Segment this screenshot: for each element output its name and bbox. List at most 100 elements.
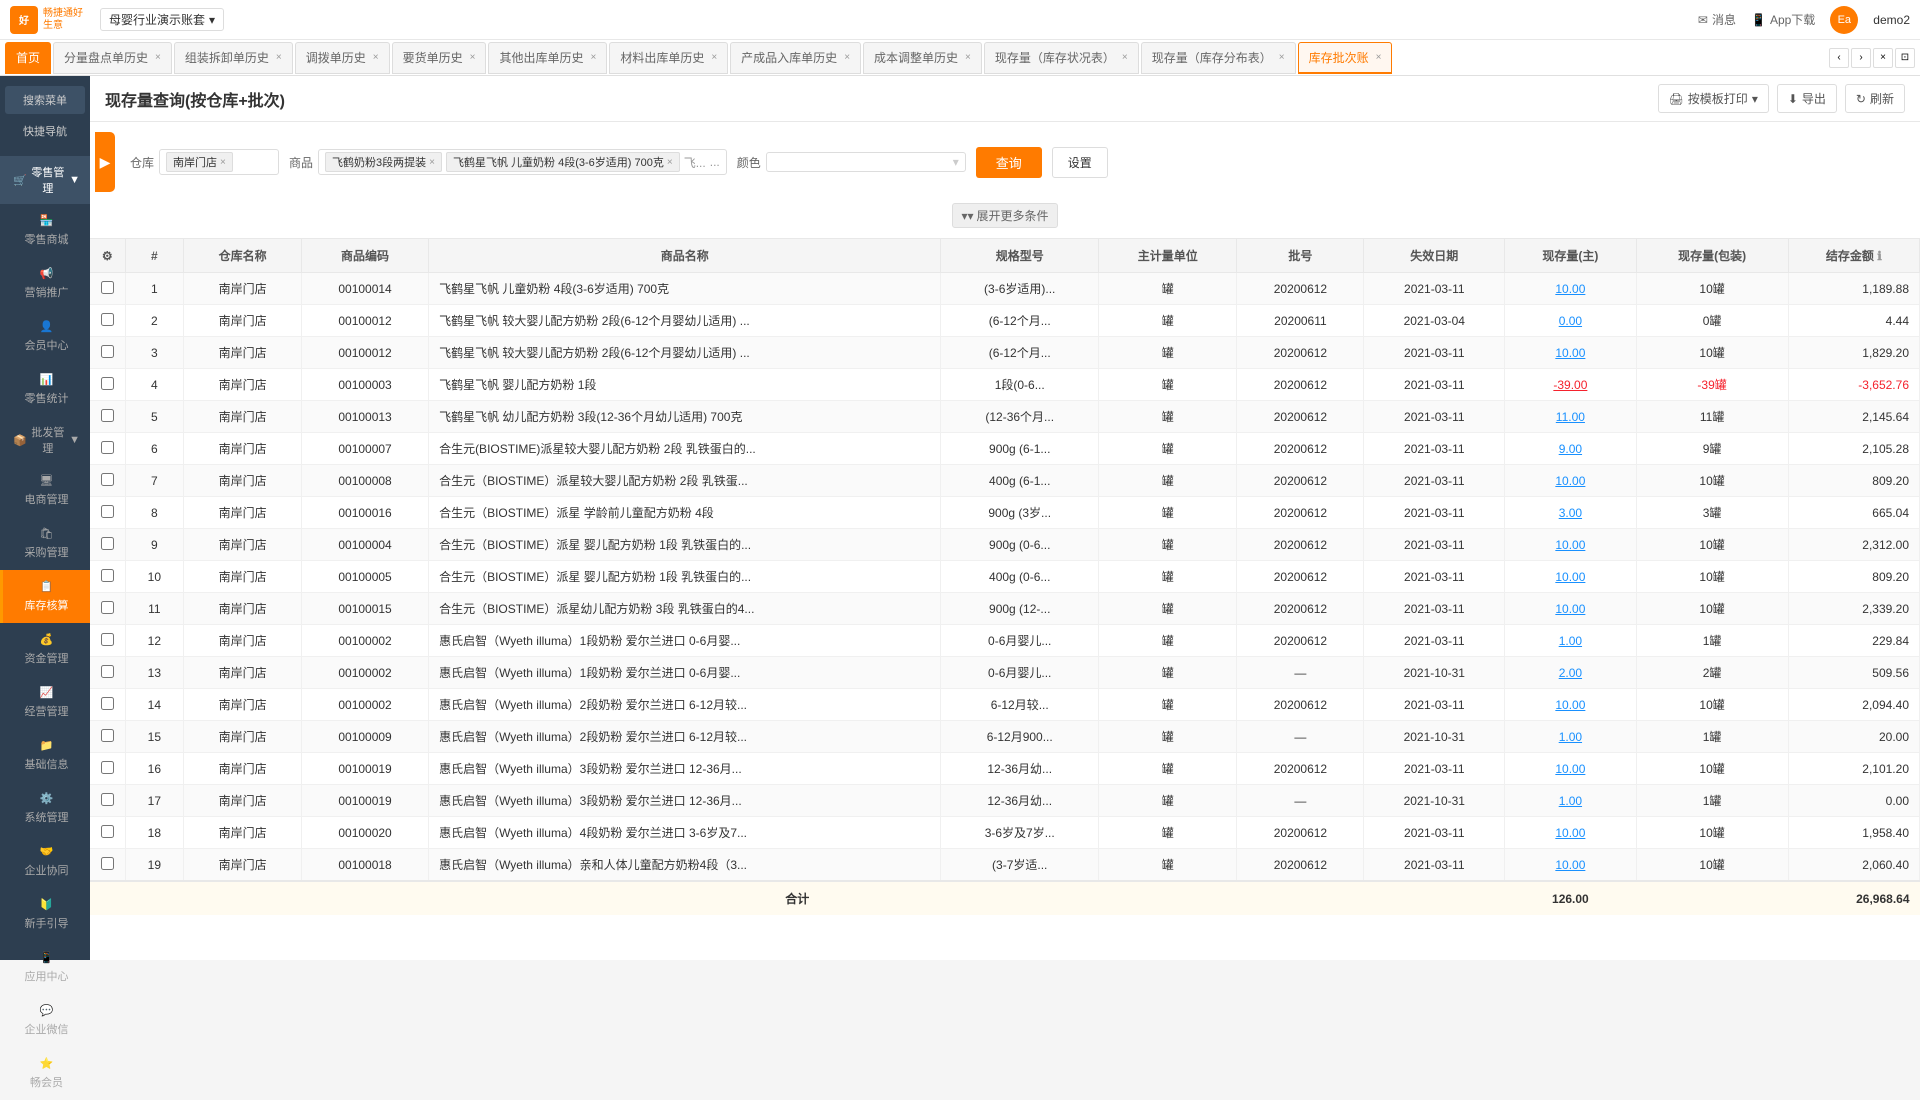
tab-pickup-close[interactable]: × bbox=[470, 52, 476, 63]
tab-productin-close[interactable]: × bbox=[844, 52, 850, 63]
row-check-input[interactable] bbox=[101, 537, 114, 550]
tab-home[interactable]: 首页 bbox=[5, 42, 51, 74]
row-qty-main[interactable]: 10.00 bbox=[1505, 337, 1636, 369]
filter-toggle-btn[interactable]: ▶ bbox=[95, 132, 115, 192]
tab-costadjust[interactable]: 成本调整单历史 × bbox=[863, 42, 982, 74]
row-qty-main[interactable]: 10.00 bbox=[1505, 849, 1636, 882]
row-qty-main[interactable]: -39.00 bbox=[1505, 369, 1636, 401]
row-check-input[interactable] bbox=[101, 729, 114, 742]
sidebar-item-wholesale[interactable]: 📦 批发管理 ▼ bbox=[0, 416, 90, 464]
sidebar-item-purchase[interactable]: 🛍 采购管理 bbox=[0, 517, 90, 570]
tab-batchstock-close[interactable]: × bbox=[1376, 52, 1382, 63]
row-qty-main[interactable]: 9.00 bbox=[1505, 433, 1636, 465]
row-qty-main[interactable]: 10.00 bbox=[1505, 273, 1636, 305]
row-checkbox[interactable] bbox=[90, 657, 125, 689]
tab-inventory1-close[interactable]: × bbox=[1122, 52, 1128, 63]
row-qty-main[interactable]: 10.00 bbox=[1505, 593, 1636, 625]
row-check-input[interactable] bbox=[101, 793, 114, 806]
sidebar-search-btn[interactable]: 搜索菜单 bbox=[5, 86, 85, 114]
row-check-input[interactable] bbox=[101, 377, 114, 390]
sidebar-item-inventory[interactable]: 📋 库存核算 bbox=[0, 570, 90, 623]
sidebar-item-apps[interactable]: 📱 应用中心 bbox=[0, 941, 90, 994]
tab-disassemble[interactable]: 组装拆卸单历史 × bbox=[174, 42, 293, 74]
row-checkbox[interactable] bbox=[90, 721, 125, 753]
sidebar-item-retail[interactable]: 🛒 零售管理 ▼ bbox=[0, 156, 90, 204]
row-qty-main[interactable]: 1.00 bbox=[1505, 625, 1636, 657]
row-check-input[interactable] bbox=[101, 313, 114, 326]
row-check-input[interactable] bbox=[101, 825, 114, 838]
tab-prev-btn[interactable]: ‹ bbox=[1829, 48, 1849, 68]
row-checkbox[interactable] bbox=[90, 497, 125, 529]
row-qty-main[interactable]: 10.00 bbox=[1505, 753, 1636, 785]
print-btn[interactable]: 🖨 按模板打印 ▾ bbox=[1658, 84, 1769, 113]
row-check-input[interactable] bbox=[101, 761, 114, 774]
sidebar-item-finance[interactable]: 💰 资金管理 bbox=[0, 623, 90, 676]
row-checkbox[interactable] bbox=[90, 337, 125, 369]
row-qty-main[interactable]: 11.00 bbox=[1505, 401, 1636, 433]
tab-materialout[interactable]: 材料出库单历史 × bbox=[609, 42, 728, 74]
tab-batchstock[interactable]: 库存批次账 × bbox=[1298, 42, 1393, 74]
product-tag-close-1[interactable]: × bbox=[667, 157, 673, 168]
expand-more-btn[interactable]: ▾▾ 展开更多条件 bbox=[952, 203, 1057, 228]
row-check-input[interactable] bbox=[101, 505, 114, 518]
tab-menu-btn[interactable]: ⊡ bbox=[1895, 48, 1915, 68]
product-tag-container[interactable]: 飞鹤奶粉3段两提装 × 飞鹤星飞帆 儿童奶粉 4段(3-6岁适用) 700克 ×… bbox=[318, 149, 727, 175]
row-checkbox[interactable] bbox=[90, 369, 125, 401]
sidebar-item-stats[interactable]: 📊 零售统计 bbox=[0, 363, 90, 416]
row-checkbox[interactable] bbox=[90, 593, 125, 625]
tab-disassemble-close[interactable]: × bbox=[276, 52, 282, 63]
settings-btn[interactable]: 设置 bbox=[1052, 147, 1108, 178]
row-check-input[interactable] bbox=[101, 665, 114, 678]
row-checkbox[interactable] bbox=[90, 305, 125, 337]
row-checkbox[interactable] bbox=[90, 529, 125, 561]
sidebar-item-ecommerce[interactable]: 🖥 电商管理 bbox=[0, 464, 90, 517]
tab-close-btn[interactable]: × bbox=[1873, 48, 1893, 68]
row-qty-main[interactable]: 10.00 bbox=[1505, 817, 1636, 849]
row-check-input[interactable] bbox=[101, 281, 114, 294]
row-checkbox[interactable] bbox=[90, 401, 125, 433]
row-checkbox[interactable] bbox=[90, 785, 125, 817]
warehouse-tag-container[interactable]: 南岸门店 × bbox=[159, 149, 279, 175]
app-download-btn[interactable]: 📱 App下载 bbox=[1751, 11, 1815, 28]
row-qty-main[interactable]: 10.00 bbox=[1505, 561, 1636, 593]
breadcrumb-selector[interactable]: 母婴行业演示账套 ▾ bbox=[100, 8, 224, 31]
tab-otherout-close[interactable]: × bbox=[590, 52, 596, 63]
row-qty-main[interactable]: 10.00 bbox=[1505, 529, 1636, 561]
col-settings[interactable]: ⚙ bbox=[90, 239, 125, 273]
row-checkbox[interactable] bbox=[90, 849, 125, 882]
tab-inventory1[interactable]: 现存量（库存状况表） × bbox=[984, 42, 1139, 74]
row-qty-main[interactable]: 10.00 bbox=[1505, 689, 1636, 721]
sidebar-item-guide[interactable]: 🔰 新手引导 bbox=[0, 888, 90, 941]
tab-costadjust-close[interactable]: × bbox=[965, 52, 971, 63]
row-checkbox[interactable] bbox=[90, 625, 125, 657]
tab-pickup[interactable]: 要货单历史 × bbox=[392, 42, 487, 74]
row-checkbox[interactable] bbox=[90, 465, 125, 497]
row-checkbox[interactable] bbox=[90, 753, 125, 785]
tab-distribute-close[interactable]: × bbox=[155, 52, 161, 63]
sidebar-item-basics[interactable]: 📁 基础信息 bbox=[0, 729, 90, 782]
row-check-input[interactable] bbox=[101, 697, 114, 710]
user-name[interactable]: demo2 bbox=[1873, 13, 1910, 27]
sidebar-item-business[interactable]: 📈 经营管理 bbox=[0, 676, 90, 729]
message-btn[interactable]: ✉ 消息 bbox=[1698, 11, 1736, 28]
row-checkbox[interactable] bbox=[90, 273, 125, 305]
tab-transfer-close[interactable]: × bbox=[373, 52, 379, 63]
row-checkbox[interactable] bbox=[90, 561, 125, 593]
tab-materialout-close[interactable]: × bbox=[711, 52, 717, 63]
row-qty-main[interactable]: 10.00 bbox=[1505, 465, 1636, 497]
refresh-btn[interactable]: ↻ 刷新 bbox=[1845, 84, 1905, 113]
query-btn[interactable]: 查询 bbox=[976, 147, 1042, 178]
row-check-input[interactable] bbox=[101, 633, 114, 646]
tab-productin[interactable]: 产成品入库单历史 × bbox=[730, 42, 861, 74]
tab-transfer[interactable]: 调拨单历史 × bbox=[295, 42, 390, 74]
sidebar-item-system[interactable]: ⚙️ 系统管理 bbox=[0, 782, 90, 835]
row-qty-main[interactable]: 3.00 bbox=[1505, 497, 1636, 529]
tab-inventory2[interactable]: 现存量（库存分布表） × bbox=[1141, 42, 1296, 74]
color-tag-container[interactable]: ▾ bbox=[766, 152, 966, 172]
row-qty-main[interactable]: 1.00 bbox=[1505, 785, 1636, 817]
row-qty-main[interactable]: 2.00 bbox=[1505, 657, 1636, 689]
product-tag-0[interactable]: 飞鹤奶粉3段两提装 × bbox=[325, 152, 442, 172]
row-check-input[interactable] bbox=[101, 473, 114, 486]
row-check-input[interactable] bbox=[101, 441, 114, 454]
row-checkbox[interactable] bbox=[90, 433, 125, 465]
